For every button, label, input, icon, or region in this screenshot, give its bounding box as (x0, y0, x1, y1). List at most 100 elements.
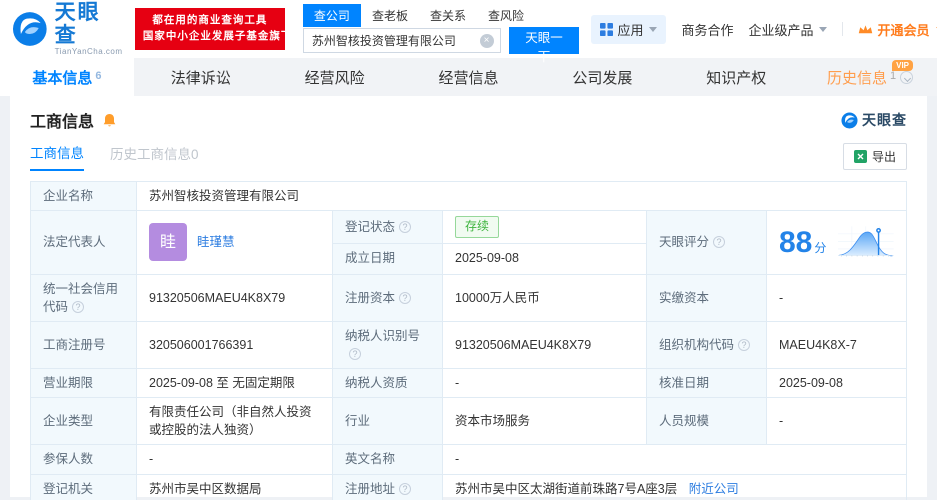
tab-basic-info[interactable]: 基本信息 6 (0, 58, 134, 96)
field-value-authority: 苏州市吴中区数据局 (136, 473, 333, 500)
field-value-insured: - (136, 444, 333, 475)
section-title: 工商信息 (30, 114, 95, 131)
row-legal-representative: 法定代表人 眭 眭瑾慧 登记状态 存续 天眼评分 88分 (30, 210, 907, 275)
search-tab-boss[interactable]: 查老板 (361, 4, 419, 27)
field-label-reg-no: 工商注册号 (30, 320, 137, 370)
tab-count: 1 (890, 70, 897, 82)
score-value: 88 (779, 225, 813, 259)
alert-bell-icon[interactable] (102, 113, 117, 128)
tab-legal-proceedings[interactable]: 法律诉讼 (134, 58, 268, 96)
field-value-legal-representative: 眭 眭瑾慧 (136, 210, 333, 275)
score-unit: 分 (814, 240, 827, 255)
tab-intellectual-property[interactable]: 知识产权 (669, 58, 803, 96)
tab-business-info[interactable]: 经营信息 (402, 58, 536, 96)
tab-history-info[interactable]: VIP 历史信息 1 (803, 58, 937, 96)
field-value-establish-date: 2025-09-08 (442, 242, 647, 275)
help-icon[interactable] (399, 291, 412, 304)
watermark-logo: 天眼查 (841, 110, 907, 130)
search-tab-risk[interactable]: 查风险 (477, 4, 535, 27)
tab-company-development[interactable]: 公司发展 (535, 58, 669, 96)
field-value-industry: 资本市场服务 (442, 397, 647, 446)
chevron-down-icon (649, 26, 658, 32)
tianyancha-logo-icon (841, 111, 858, 129)
field-value-approval-date: 2025-09-08 (766, 368, 907, 399)
chevron-down-circle-icon (900, 70, 914, 84)
help-icon[interactable] (349, 347, 361, 360)
help-icon[interactable] (738, 338, 751, 351)
avatar[interactable]: 眭 (149, 223, 187, 262)
tab-operational-risk[interactable]: 经营风险 (268, 58, 402, 96)
legal-representative-link[interactable]: 眭瑾慧 (197, 233, 235, 251)
tianyancha-logo-icon (12, 12, 47, 46)
row-insured-count: 参保人数 - 英文名称 - (30, 444, 907, 475)
field-value-paid-capital: - (766, 273, 907, 322)
divider (842, 22, 844, 36)
field-label-industry: 行业 (332, 397, 443, 446)
business-info-card: 工商信息 天眼查 工商信息 历史工商信息0 导出 企业名称 苏州智核投资管理有限… (10, 96, 927, 500)
field-label-company-name: 企业名称 (30, 180, 137, 212)
field-label-address: 注册地址 (332, 473, 443, 500)
field-label-approval-date: 核准日期 (646, 368, 767, 399)
row-company-type: 企业类型 有限责任公司（非自然人投资或控股的法人独资） 行业 资本市场服务 人员… (30, 397, 907, 446)
help-icon[interactable] (399, 482, 412, 495)
field-label-establish-date: 成立日期 (332, 242, 443, 275)
enterprise-products-menu[interactable]: 企业级产品 (748, 20, 828, 39)
field-label-english-name: 英文名称 (332, 444, 443, 475)
row-business-term: 营业期限 2025-09-08 至 无固定期限 纳税人资质 - 核准日期 202… (30, 368, 907, 399)
field-label-org-code: 组织机构代码 (646, 320, 767, 370)
promo-line-2: 国家中小企业发展子基金旗下机构 (142, 30, 316, 42)
search-area: 查公司 查老板 查关系 查风险 × 天眼一下 (302, 4, 580, 64)
tab-count: 6 (95, 70, 102, 82)
subtab-history-business-info[interactable]: 历史工商信息0 (110, 143, 199, 170)
nearby-companies-link[interactable]: 附近公司 (689, 482, 739, 496)
search-tab-relation[interactable]: 查关系 (419, 4, 477, 27)
score-distribution-chart (838, 226, 894, 257)
header-menu: 应用 商务合作 企业级产品 开通会员 费米 (591, 14, 937, 44)
row-company-name: 企业名称 苏州智核投资管理有限公司 (30, 180, 907, 212)
search-input[interactable] (311, 33, 480, 48)
field-label-staff-size: 人员规模 (646, 397, 767, 446)
field-label-paid-capital: 实缴资本 (646, 273, 767, 322)
clear-icon[interactable]: × (479, 33, 494, 48)
field-label-taxpayer-id: 纳税人识别号 (332, 320, 443, 370)
field-value-registered-capital: 10000万人民币 (442, 273, 647, 322)
promo-line-1: 都在用的商业查询工具 (152, 14, 268, 27)
header: 天眼查 TianYanCha.com 都在用的商业查询工具 国家中小企业发展子基… (0, 0, 937, 64)
field-label-legal-representative: 法定代表人 (30, 210, 137, 275)
field-value-taxpayer-id: 91320506MAEU4K8X79 (442, 320, 647, 370)
business-cooperation-link[interactable]: 商务合作 (681, 20, 733, 39)
export-button[interactable]: 导出 (842, 143, 907, 170)
brand-domain: TianYanCha.com (54, 46, 123, 56)
row-registration-number: 工商注册号 320506001766391 纳税人识别号 91320506MAE… (30, 320, 907, 370)
field-label-term: 营业期限 (30, 368, 137, 399)
help-icon[interactable] (72, 300, 85, 313)
field-value-company-type: 有限责任公司（非自然人投资或控股的法人独资） (136, 397, 333, 446)
row-credit-code: 统一社会信用代码 91320506MAEU4K8X79 注册资本 10000万人… (30, 273, 907, 322)
field-label-tianyan-score: 天眼评分 (646, 210, 767, 275)
field-value-staff-size: - (766, 397, 907, 446)
brand-logo[interactable]: 天眼查 TianYanCha.com (12, 1, 123, 56)
crown-icon (859, 24, 873, 33)
field-label-registered-capital: 注册资本 (332, 273, 443, 322)
grid-icon (600, 22, 614, 36)
field-label-taxpayer-qualification: 纳税人资质 (332, 368, 443, 399)
field-label-authority: 登记机关 (30, 473, 137, 500)
subtab-business-info[interactable]: 工商信息 (30, 142, 84, 171)
brand-name: 天眼查 (54, 1, 101, 47)
vip-membership-menu[interactable]: 开通会员 (858, 20, 937, 39)
help-icon[interactable] (713, 236, 726, 249)
apps-menu[interactable]: 应用 (591, 14, 667, 44)
field-label-uscc: 统一社会信用代码 (30, 273, 137, 322)
field-value-tianyan-score[interactable]: 88 分 (766, 210, 907, 275)
search-button[interactable]: 天眼一下 (508, 27, 580, 64)
status-badge: 存续 (455, 216, 500, 238)
field-label-registration-status: 登记状态 (332, 210, 443, 244)
help-icon[interactable] (399, 220, 412, 233)
field-value-uscc: 91320506MAEU4K8X79 (136, 273, 333, 322)
field-value-term: 2025-09-08 至 无固定期限 (136, 368, 333, 399)
chevron-down-icon (819, 26, 828, 32)
search-tab-company[interactable]: 查公司 (302, 4, 361, 27)
field-value-org-code: MAEU4K8X-7 (766, 320, 907, 370)
field-label-company-type: 企业类型 (30, 397, 137, 446)
company-info-table: 企业名称 苏州智核投资管理有限公司 法定代表人 眭 眭瑾慧 登记状态 存续 天眼… (30, 180, 907, 500)
